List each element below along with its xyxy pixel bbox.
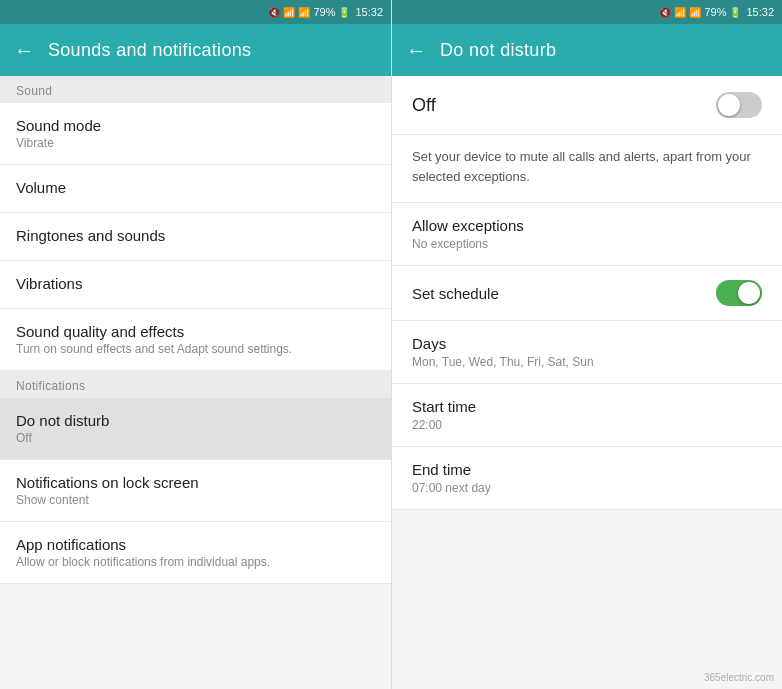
sound-quality-title: Sound quality and effects (16, 323, 375, 340)
days-subtitle: Mon, Tue, Wed, Thu, Fri, Sat, Sun (412, 355, 762, 369)
do-not-disturb-subtitle: Off (16, 431, 375, 445)
time-left: 15:32 (355, 6, 383, 18)
vibrations-title: Vibrations (16, 275, 375, 292)
right-status-bar: 🔇 📶 📶 79% 🔋 15:32 (392, 0, 782, 24)
volume-title: Volume (16, 179, 375, 196)
ringtones-title: Ringtones and sounds (16, 227, 375, 244)
menu-item-ringtones[interactable]: Ringtones and sounds (0, 213, 391, 261)
right-item-start-time[interactable]: Start time 22:00 (392, 384, 782, 447)
description-text: Set your device to mute all calls and al… (412, 149, 751, 184)
lock-screen-subtitle: Show content (16, 493, 375, 507)
right-top-bar: ← Do not disturb (392, 24, 782, 76)
app-notifications-title: App notifications (16, 536, 375, 553)
right-signal-icon: 📶 (689, 7, 701, 18)
mute-icon: 🔇 (268, 7, 280, 18)
do-not-disturb-title: Do not disturb (16, 412, 375, 429)
main-toggle-knob (718, 94, 740, 116)
days-title: Days (412, 335, 762, 352)
allow-exceptions-title: Allow exceptions (412, 217, 762, 234)
main-toggle-label: Off (412, 95, 436, 116)
lock-screen-title: Notifications on lock screen (16, 474, 375, 491)
left-status-bar: 🔇 📶 📶 79% 🔋 15:32 (0, 0, 391, 24)
start-time-title: Start time (412, 398, 762, 415)
allow-exceptions-subtitle: No exceptions (412, 237, 762, 251)
set-schedule-toggle[interactable] (716, 280, 762, 306)
start-time-subtitle: 22:00 (412, 418, 762, 432)
battery-text: 79% (313, 6, 335, 18)
right-item-set-schedule[interactable]: Set schedule (392, 266, 782, 321)
right-time: 15:32 (746, 6, 774, 18)
main-toggle-row[interactable]: Off (392, 76, 782, 135)
main-toggle-switch[interactable] (716, 92, 762, 118)
right-item-end-time[interactable]: End time 07:00 next day (392, 447, 782, 510)
right-battery-icon: 🔋 (729, 7, 741, 18)
sound-mode-title: Sound mode (16, 117, 375, 134)
section-sound: Sound (0, 76, 391, 103)
right-item-days[interactable]: Days Mon, Tue, Wed, Thu, Fri, Sat, Sun (392, 321, 782, 384)
menu-item-app-notifications[interactable]: App notifications Allow or block notific… (0, 522, 391, 584)
menu-item-vibrations[interactable]: Vibrations (0, 261, 391, 309)
sound-mode-subtitle: Vibrate (16, 136, 375, 150)
app-notifications-subtitle: Allow or block notifications from indivi… (16, 555, 375, 569)
right-battery-text: 79% (704, 6, 726, 18)
left-status-icons: 🔇 📶 📶 79% 🔋 15:32 (268, 6, 383, 18)
right-panel: 🔇 📶 📶 79% 🔋 15:32 ← Do not disturb Off S… (391, 0, 782, 689)
set-schedule-knob (738, 282, 760, 304)
right-status-icons: 🔇 📶 📶 79% 🔋 15:32 (659, 6, 774, 18)
left-top-bar: ← Sounds and notifications (0, 24, 391, 76)
section-notifications: Notifications (0, 371, 391, 398)
left-panel: 🔇 📶 📶 79% 🔋 15:32 ← Sounds and notificat… (0, 0, 391, 689)
right-wifi-icon: 📶 (674, 7, 686, 18)
right-back-button[interactable]: ← (406, 39, 426, 62)
left-page-title: Sounds and notifications (48, 40, 251, 61)
end-time-subtitle: 07:00 next day (412, 481, 762, 495)
menu-item-sound-quality[interactable]: Sound quality and effects Turn on sound … (0, 309, 391, 371)
watermark: 365electric.com (704, 672, 774, 683)
menu-item-lock-screen[interactable]: Notifications on lock screen Show conten… (0, 460, 391, 522)
wifi-icon: 📶 (283, 7, 295, 18)
menu-item-volume[interactable]: Volume (0, 165, 391, 213)
left-back-button[interactable]: ← (14, 39, 34, 62)
right-page-title: Do not disturb (440, 40, 556, 61)
menu-item-do-not-disturb[interactable]: Do not disturb Off (0, 398, 391, 460)
battery-icon: 🔋 (338, 7, 350, 18)
signal-icon: 📶 (298, 7, 310, 18)
end-time-title: End time (412, 461, 762, 478)
right-mute-icon: 🔇 (659, 7, 671, 18)
right-item-allow-exceptions[interactable]: Allow exceptions No exceptions (392, 203, 782, 266)
right-content: Off Set your device to mute all calls an… (392, 76, 782, 689)
sound-quality-subtitle: Turn on sound effects and set Adapt soun… (16, 342, 375, 356)
set-schedule-title: Set schedule (412, 285, 499, 302)
description-row: Set your device to mute all calls and al… (392, 135, 782, 203)
menu-item-sound-mode[interactable]: Sound mode Vibrate (0, 103, 391, 165)
